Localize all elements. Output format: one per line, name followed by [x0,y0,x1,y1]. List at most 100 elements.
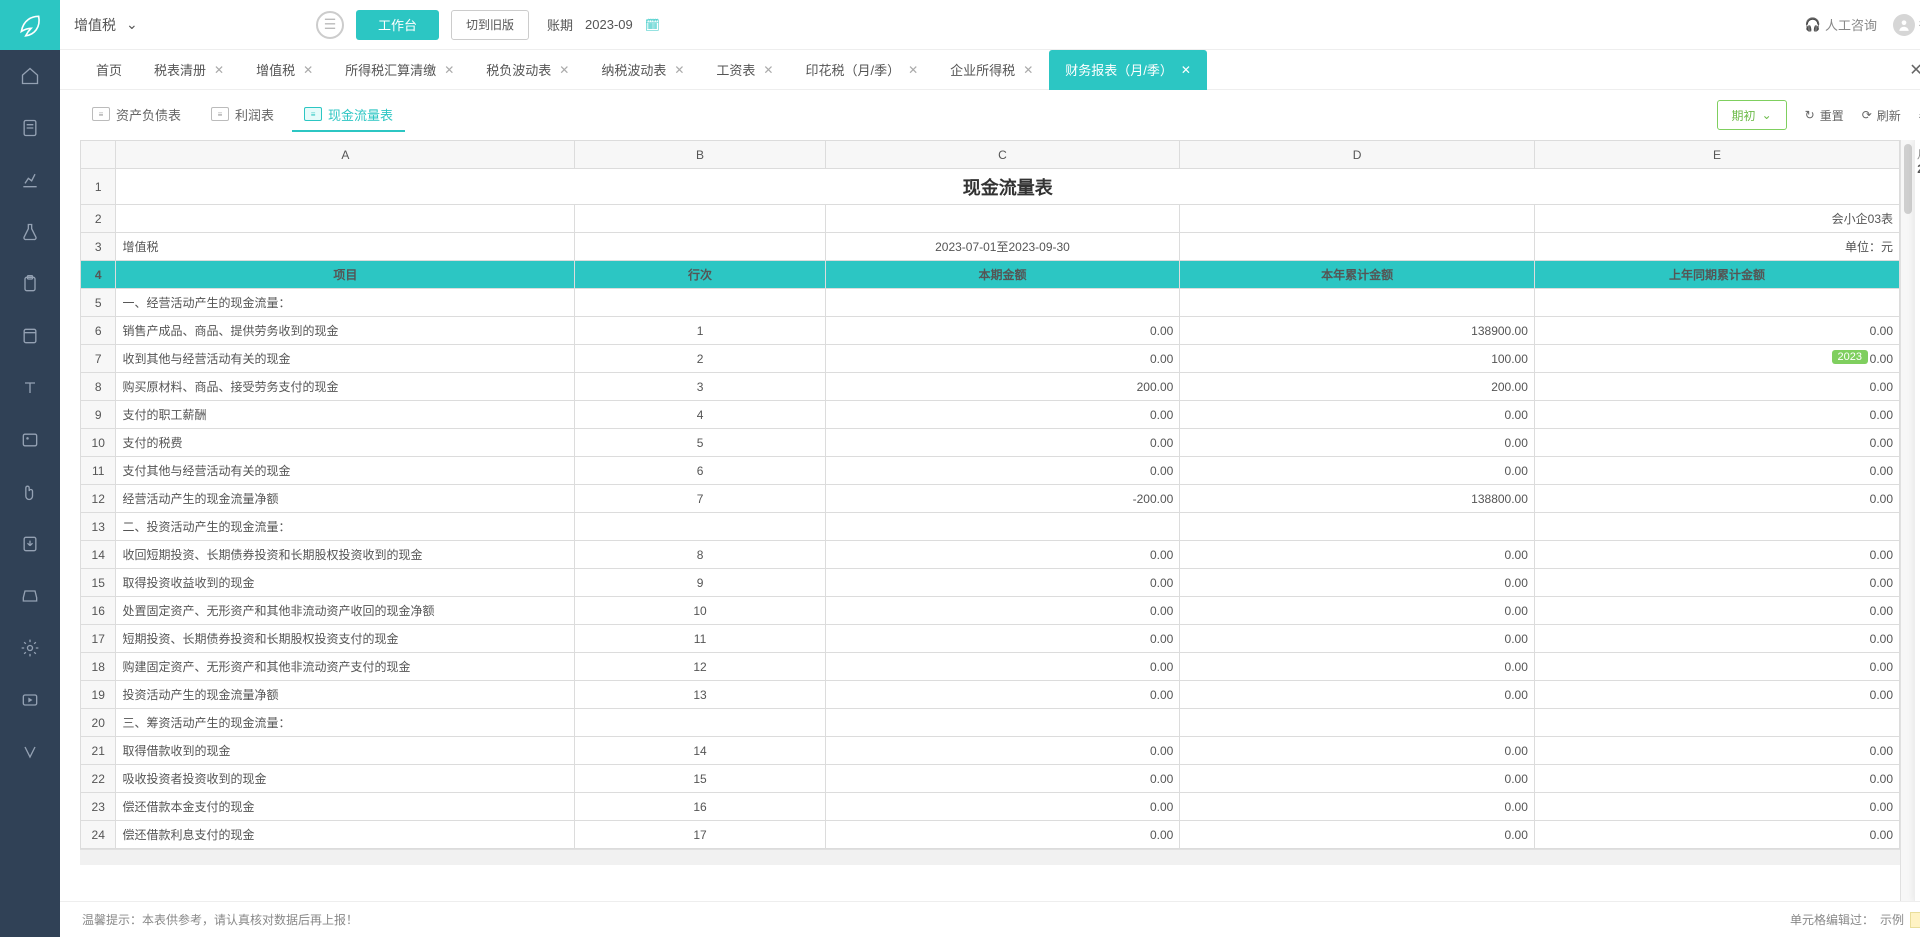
cell[interactable]: 0.00 [1534,457,1899,485]
cell[interactable] [1180,233,1535,261]
cell[interactable]: 0.00 [825,541,1180,569]
cell[interactable]: 取得借款收到的现金 [116,737,575,765]
close-icon[interactable]: ✕ [444,63,454,77]
cell[interactable]: 0.00 [825,625,1180,653]
cell[interactable] [1534,513,1899,541]
cell[interactable]: 14 [575,737,825,765]
cell[interactable]: 0.00 [1534,429,1899,457]
cell[interactable]: 二、投资活动产生的现金流量： [116,513,575,541]
cell[interactable]: 15 [575,765,825,793]
cell[interactable]: 0.00 [825,401,1180,429]
cell[interactable]: 0.00 [825,429,1180,457]
cell[interactable]: 偿还借款本金支付的现金 [116,793,575,821]
tab-印花税（月/季）[interactable]: 印花税（月/季）✕ [789,50,934,90]
nav-inbox[interactable] [0,570,60,622]
row-header[interactable]: 4 [81,261,116,289]
cell[interactable]: 0.00 [825,793,1180,821]
row-header[interactable]: 6 [81,317,116,345]
tab-纳税波动表[interactable]: 纳税波动表✕ [585,50,700,90]
cell[interactable]: 5 [575,429,825,457]
row-header[interactable]: 16 [81,597,116,625]
cell[interactable]: 138900.00 [1180,317,1535,345]
cell[interactable]: 200.00 [825,373,1180,401]
close-icon[interactable]: ✕ [1181,63,1191,77]
cell[interactable]: 16 [575,793,825,821]
cell[interactable]: 0.00 [1534,793,1899,821]
cell[interactable]: 0.00 [825,569,1180,597]
tab-所得税汇算清缴[interactable]: 所得税汇算清缴✕ [329,50,470,90]
cell[interactable]: 单位：元 [1534,233,1899,261]
row-header[interactable]: 1 [81,169,116,205]
close-icon[interactable]: ✕ [674,63,684,77]
row-header[interactable]: 14 [81,541,116,569]
cell[interactable]: 处置固定资产、无形资产和其他非流动资产收回的现金净额 [116,597,575,625]
cell[interactable]: 0.00 [1534,653,1899,681]
cell[interactable]: 支付的职工薪酬 [116,401,575,429]
cell[interactable]: 0.00 [1180,793,1535,821]
row-header[interactable]: 3 [81,233,116,261]
cell[interactable]: 11 [575,625,825,653]
cell[interactable]: 0.00 [1534,373,1899,401]
cell[interactable] [1180,205,1535,233]
header-cell[interactable]: 本年累计金额 [1180,261,1535,289]
user-menu[interactable]: 徐泽华 [1893,14,1920,36]
cell[interactable]: 0.00 [825,765,1180,793]
header-cell[interactable]: 行次 [575,261,825,289]
nav-video[interactable] [0,674,60,726]
cell[interactable]: -200.00 [825,485,1180,513]
cell[interactable]: 销售产成品、商品、提供劳务收到的现金 [116,317,575,345]
cell[interactable]: 增值税 [116,233,575,261]
col-header[interactable]: A [116,141,575,169]
cell[interactable]: 3 [575,373,825,401]
cell[interactable]: 100.00 [1180,345,1535,373]
cell[interactable]: 0.00 [1534,317,1899,345]
cell[interactable]: 0.00 [1534,625,1899,653]
cell[interactable]: 0.00 [1180,821,1535,849]
tab-财务报表（月/季）[interactable]: 财务报表（月/季）✕ [1049,50,1207,90]
cell[interactable] [825,205,1180,233]
cell[interactable] [575,289,825,317]
cell[interactable]: 9 [575,569,825,597]
nav-vessel[interactable] [0,206,60,258]
cell[interactable] [116,205,575,233]
cell[interactable]: 0.00 [825,457,1180,485]
cell[interactable]: 6 [575,457,825,485]
cell[interactable]: 0.00 [1180,765,1535,793]
cell[interactable] [1180,289,1535,317]
row-header[interactable]: 23 [81,793,116,821]
logo[interactable] [0,0,60,50]
scroll-thumb[interactable] [1904,144,1912,214]
close-icon[interactable]: ✕ [214,63,224,77]
row-header[interactable]: 22 [81,765,116,793]
corner-cell[interactable] [81,141,116,169]
tab-税负波动表[interactable]: 税负波动表✕ [470,50,585,90]
cell[interactable]: 0.00 [825,737,1180,765]
spreadsheet[interactable]: ABCDE1现金流量表2会小企03表3增值税2023-07-01至2023-09… [80,140,1900,901]
cell[interactable] [575,233,825,261]
workbench-button[interactable]: 工作台 [356,10,439,40]
nav-book[interactable] [0,310,60,362]
cell[interactable]: 1 [575,317,825,345]
row-header[interactable]: 8 [81,373,116,401]
cell[interactable] [825,289,1180,317]
tab-税表清册[interactable]: 税表清册✕ [138,50,240,90]
close-icon[interactable]: ✕ [1023,63,1033,77]
cell[interactable]: 2023-07-01至2023-09-30 [825,233,1180,261]
cell[interactable]: 12 [575,653,825,681]
cell[interactable]: 购建固定资产、无形资产和其他非流动资产支付的现金 [116,653,575,681]
cell[interactable]: 三、筹资活动产生的现金流量： [116,709,575,737]
nav-home[interactable] [0,50,60,102]
company-selector[interactable]: 增值税 ⌄ [74,15,304,35]
cell[interactable]: 短期投资、长期债券投资和长期股权投资支付的现金 [116,625,575,653]
cell[interactable]: 会小企03表 [1534,205,1899,233]
cell[interactable]: 0.00 [1534,737,1899,765]
subtab-利润表[interactable]: ≡利润表 [199,98,286,132]
col-header[interactable]: E [1534,141,1899,169]
cell[interactable]: 4 [575,401,825,429]
cell[interactable]: 0.00 [825,681,1180,709]
subtab-现金流量表[interactable]: ≡现金流量表 [292,98,405,132]
horizontal-scrollbar[interactable] [80,849,1900,865]
cell[interactable] [1180,709,1535,737]
cell[interactable]: 7 [575,485,825,513]
greyed-button[interactable]: ☰ [316,11,344,39]
